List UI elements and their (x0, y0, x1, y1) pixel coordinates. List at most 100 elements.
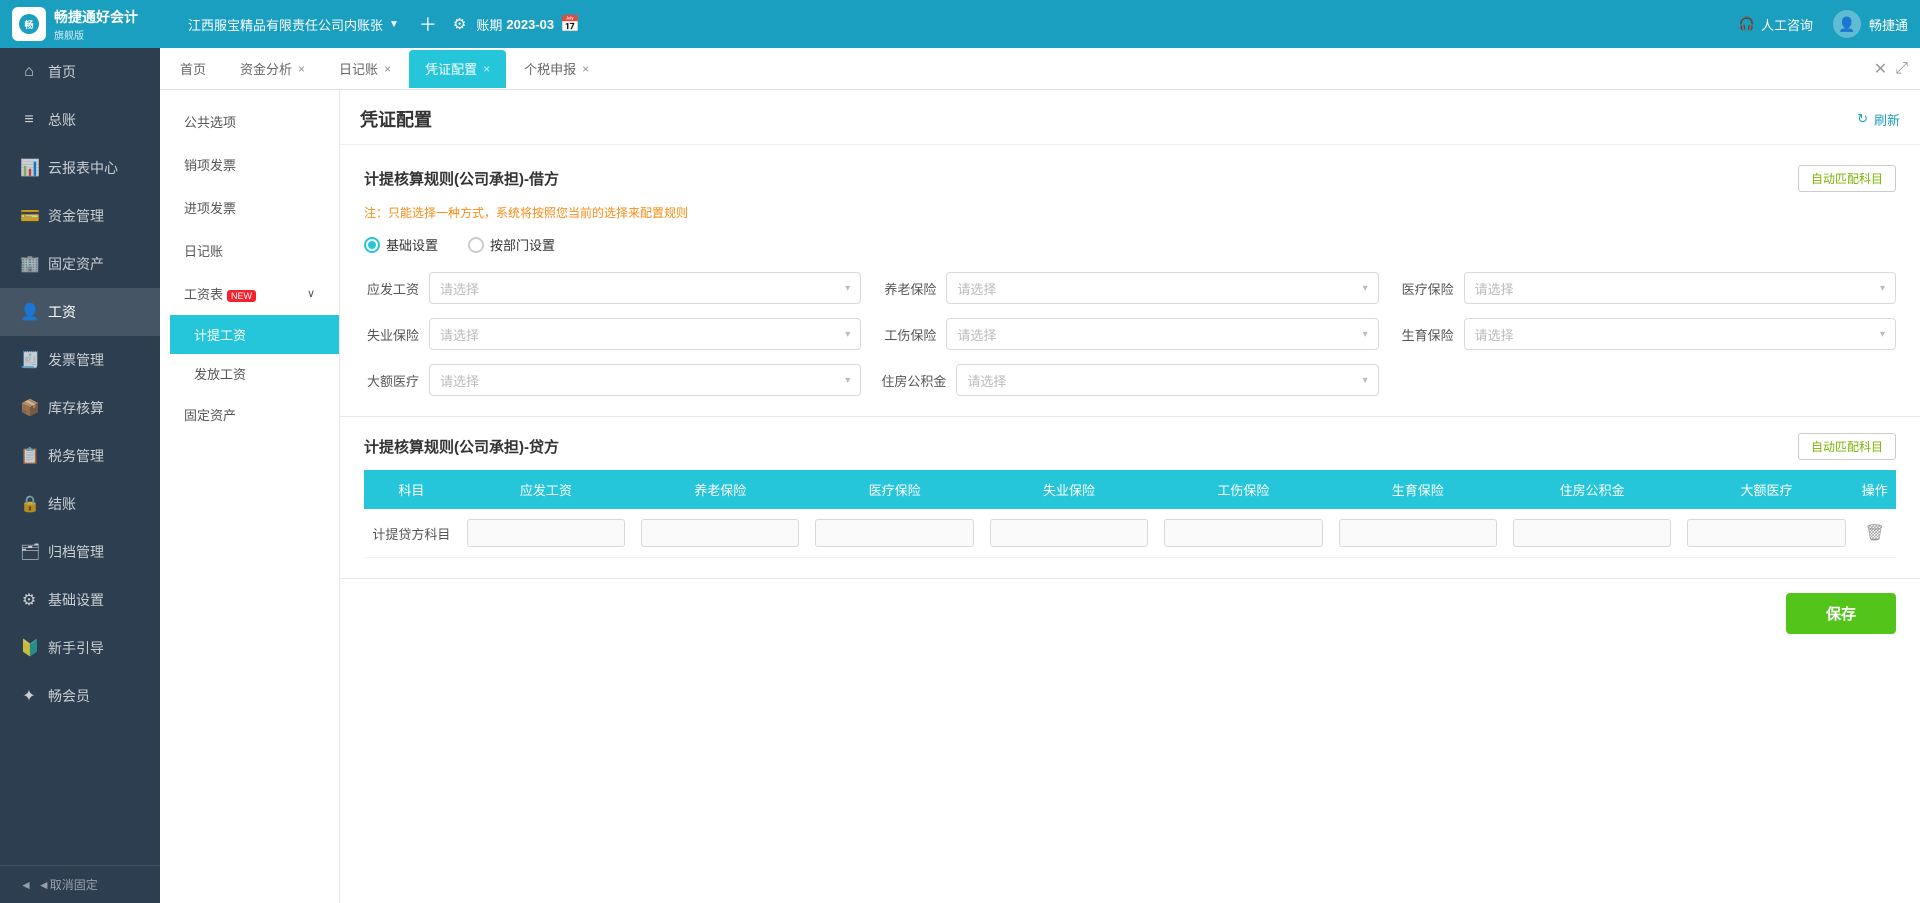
sidebar-item-guide[interactable]: 🔰 新手引导 (0, 624, 160, 672)
tab-journal[interactable]: 日记账 × (323, 50, 407, 88)
debit-auto-match-button[interactable]: 自动匹配科目 (1798, 165, 1896, 192)
tab-voucher-close[interactable]: × (483, 62, 490, 76)
sidebar-item-member[interactable]: ✦ 畅会员 (0, 672, 160, 720)
radio-basic[interactable]: 基础设置 (364, 235, 438, 254)
avatar: 👤 (1833, 10, 1861, 38)
select-work-injury-placeholder: 请选择 (957, 325, 996, 344)
left-nav-salary-table-label: 工资表NEW (184, 284, 256, 303)
select-unemployment-placeholder: 请选择 (440, 325, 479, 344)
select-housing-fund[interactable]: 请选择 ▾ (956, 364, 1378, 396)
chevron-down-icon-7: ▾ (845, 375, 850, 386)
left-nav-accrue[interactable]: 计提工资 (170, 315, 339, 354)
sidebar-item-home[interactable]: ⌂ 首页 (0, 48, 160, 96)
left-nav: 公共选项 销项发票 进项发票 日记账 工资表NEW ∨ (160, 90, 340, 903)
support-button[interactable]: 🎧 人工咨询 (1739, 15, 1813, 34)
sidebar-item-archive[interactable]: 🗂 归档管理 (0, 528, 160, 576)
cell-housing-input[interactable] (1505, 509, 1679, 558)
logo-text-area: 畅捷通好会计 旗舰版 (54, 7, 138, 42)
input-gross[interactable] (467, 519, 625, 547)
input-maternity[interactable] (1339, 519, 1497, 547)
member-icon: ✦ (20, 686, 38, 706)
input-unemployment[interactable] (990, 519, 1148, 547)
cell-action[interactable]: 🗑 (1854, 509, 1896, 558)
sidebar-item-inventory[interactable]: 📦 库存核算 (0, 384, 160, 432)
select-work-injury[interactable]: 请选择 ▾ (946, 318, 1378, 350)
field-unemployment: 失业保险 请选择 ▾ (364, 318, 861, 350)
select-medical[interactable]: 请选择 ▾ (1464, 272, 1896, 304)
save-button[interactable]: 保存 (1786, 593, 1896, 634)
new-badge: NEW (227, 290, 256, 302)
tab-tax-close[interactable]: × (582, 62, 589, 76)
tab-voucher-label: 凭证配置 (425, 59, 477, 78)
tab-journal-close[interactable]: × (384, 62, 391, 76)
left-nav-fixed-asset[interactable]: 固定资产 (160, 393, 339, 436)
select-medical-placeholder: 请选择 (1475, 279, 1514, 298)
sidebar-label-asset: 固定资产 (48, 254, 104, 274)
delete-row-button[interactable]: 🗑 (1865, 523, 1885, 543)
left-nav-salary-table-header[interactable]: 工资表NEW ∨ (160, 272, 339, 315)
sidebar-label-report: 云报表中心 (48, 158, 118, 178)
left-nav-accrue-label: 计提工资 (194, 328, 246, 343)
input-work-injury[interactable] (1164, 519, 1322, 547)
company-selector[interactable]: 江西服宝精品有限责任公司内账张 ▼ (188, 15, 399, 34)
left-nav-pay[interactable]: 发放工资 (170, 354, 339, 393)
add-button[interactable]: ＋ (419, 11, 437, 37)
calendar-icon[interactable]: 📅 (560, 14, 580, 34)
left-nav-public[interactable]: 公共选项 (160, 100, 339, 143)
sidebar-item-close[interactable]: 🔒 结账 (0, 480, 160, 528)
sidebar-item-asset[interactable]: 🏢 固定资产 (0, 240, 160, 288)
tab-expand-button[interactable]: ⤢ (1895, 60, 1908, 78)
select-maternity[interactable]: 请选择 ▾ (1464, 318, 1896, 350)
settings-icon[interactable]: ⚙ (453, 15, 466, 33)
cell-work-injury-input[interactable] (1156, 509, 1330, 558)
select-pension[interactable]: 请选择 ▾ (946, 272, 1378, 304)
cell-pension-input[interactable] (633, 509, 807, 558)
select-unemployment[interactable]: 请选择 ▾ (429, 318, 861, 350)
tab-voucher[interactable]: 凭证配置 × (409, 50, 506, 88)
user-area[interactable]: 👤 畅捷通 (1833, 10, 1908, 38)
cell-maternity-input[interactable] (1331, 509, 1505, 558)
cancel-fixed-icon: ◄ (20, 878, 32, 892)
tab-capital-close[interactable]: × (298, 62, 305, 76)
tab-close-all-button[interactable]: ✕ (1874, 59, 1887, 79)
left-nav-journal[interactable]: 日记账 (160, 229, 339, 272)
col-pension: 养老保险 (633, 470, 807, 509)
sidebar-item-tax[interactable]: 📋 税务管理 (0, 432, 160, 480)
left-nav-purchase[interactable]: 进项发票 (160, 186, 339, 229)
sidebar-item-salary[interactable]: 👤 工资 (0, 288, 160, 336)
input-large-medical[interactable] (1687, 519, 1845, 547)
tab-home-label: 首页 (180, 59, 206, 78)
sidebar-item-capital[interactable]: 💳 资金管理 (0, 192, 160, 240)
input-housing[interactable] (1513, 519, 1671, 547)
select-large-medical[interactable]: 请选择 ▾ (429, 364, 861, 396)
sidebar-item-report[interactable]: 📊 云报表中心 (0, 144, 160, 192)
refresh-button[interactable]: ↻ 刷新 (1857, 110, 1900, 129)
tab-home[interactable]: 首页 (164, 50, 222, 88)
sidebar-item-invoice[interactable]: 🧾 发票管理 (0, 336, 160, 384)
tab-capital[interactable]: 资金分析 × (224, 50, 321, 88)
credit-auto-match-button[interactable]: 自动匹配科目 (1798, 433, 1896, 460)
input-pension[interactable] (641, 519, 799, 547)
sidebar-label-capital: 资金管理 (48, 206, 104, 226)
cell-large-medical-input[interactable] (1679, 509, 1853, 558)
label-housing-fund: 住房公积金 (881, 371, 946, 390)
select-housing-fund-placeholder: 请选择 (967, 371, 1006, 390)
field-large-medical: 大额医疗 请选择 ▾ (364, 364, 861, 396)
left-nav-pay-label: 发放工资 (194, 367, 246, 382)
tab-tax[interactable]: 个税申报 × (508, 50, 605, 88)
cell-unemployment-input[interactable] (982, 509, 1156, 558)
headset-icon: 🎧 (1739, 16, 1755, 32)
period-value: 2023-03 (506, 17, 554, 32)
select-gross-salary[interactable]: 请选择 ▾ (429, 272, 861, 304)
radio-dept[interactable]: 按部门设置 (468, 235, 555, 254)
page-content: 公共选项 销项发票 进项发票 日记账 工资表NEW ∨ (160, 90, 1920, 903)
left-nav-sales[interactable]: 销项发票 (160, 143, 339, 186)
input-medical[interactable] (815, 519, 973, 547)
sidebar-item-settings[interactable]: ⚙ 基础设置 (0, 576, 160, 624)
cell-medical-input[interactable] (807, 509, 981, 558)
chevron-down-icon-3: ▾ (1880, 283, 1885, 294)
cell-gross-input[interactable] (459, 509, 633, 558)
sidebar-item-ledger[interactable]: ≡ 总账 (0, 96, 160, 144)
cancel-fixed-button[interactable]: ◄ ◄取消固定 (0, 865, 160, 903)
field-pension: 养老保险 请选择 ▾ (881, 272, 1378, 304)
